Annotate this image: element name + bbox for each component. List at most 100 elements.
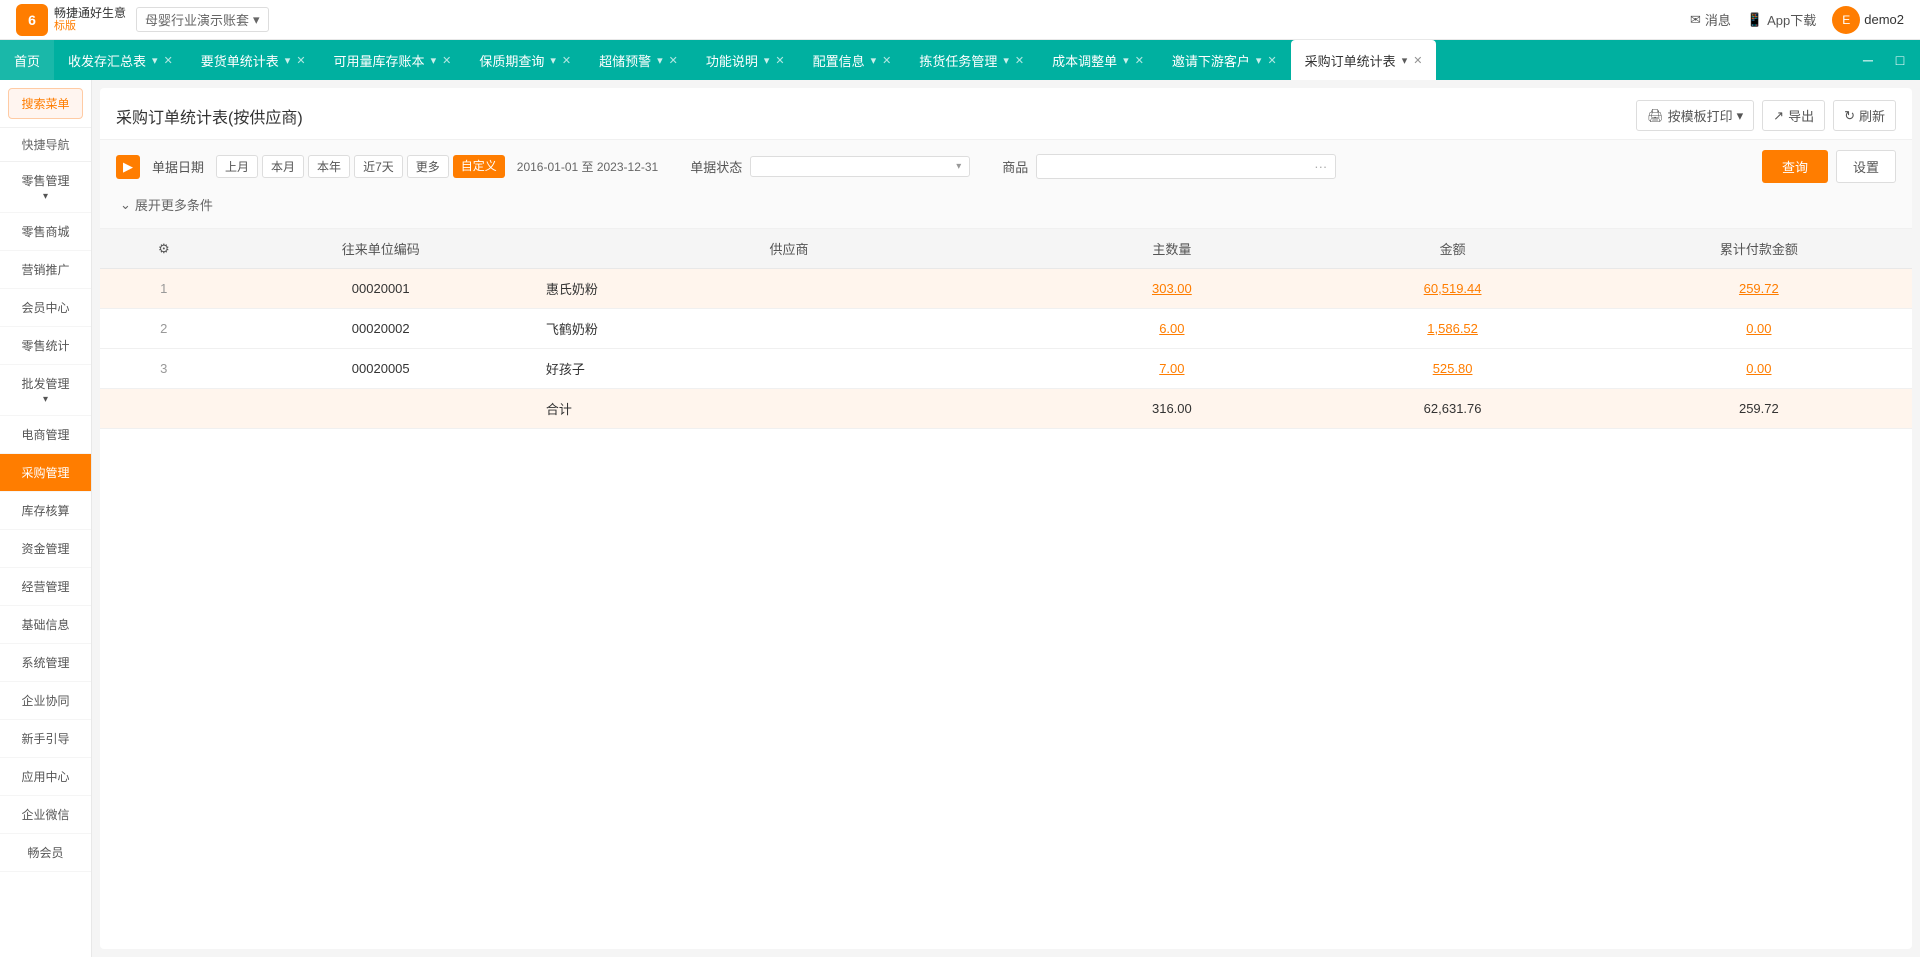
- custom-date-badge: 自定义: [453, 155, 505, 178]
- tab-close-icon[interactable]: ✕: [1413, 54, 1422, 67]
- sidebar-item-member[interactable]: 会员中心: [0, 289, 91, 327]
- chevron-down-icon: ▾: [43, 394, 48, 405]
- sidebar-item-basic[interactable]: 基础信息: [0, 606, 91, 644]
- data-table: ⚙ 往来单位编码 供应商 主数量 金额 累计付款金额 1 00020001 惠氏…: [100, 229, 1912, 429]
- tab-stock-ledger[interactable]: 可用量库存账本 ▾ ✕: [320, 40, 466, 80]
- nav-maximize-button[interactable]: □: [1888, 48, 1912, 72]
- nav-minimize-button[interactable]: ─: [1856, 48, 1880, 72]
- sidebar-item-retail-shop[interactable]: 零售商城: [0, 213, 91, 251]
- logo-area: 6 畅捷通好生意 标版: [16, 4, 126, 36]
- sidebar-item-operations[interactable]: 经营管理: [0, 568, 91, 606]
- workspace-selector[interactable]: 母婴行业演示账套 ▾: [136, 7, 269, 32]
- sidebar-item-new-guide[interactable]: 新手引导: [0, 720, 91, 758]
- sidebar-item-enterprise-wechat[interactable]: 企业微信: [0, 796, 91, 834]
- table-row[interactable]: 3 00020005 好孩子 7.00 525.80 0.00: [100, 349, 1912, 389]
- tab-home[interactable]: 首页: [0, 40, 54, 80]
- tab-close-icon[interactable]: ✕: [164, 54, 173, 67]
- status-filter-group: 单据状态 ▾: [690, 156, 970, 177]
- tab-goods-stat[interactable]: 要货单统计表 ▾ ✕: [187, 40, 320, 80]
- tab-close-icon[interactable]: ✕: [775, 54, 784, 67]
- refresh-button[interactable]: ↻ 刷新: [1833, 100, 1896, 131]
- tab-close-icon[interactable]: ✕: [1267, 54, 1276, 67]
- sidebar-item-quick-nav[interactable]: 快捷导航: [0, 128, 91, 162]
- tab-collect-pay[interactable]: 收发存汇总表 ▾ ✕: [54, 40, 187, 80]
- goods-input[interactable]: ···: [1036, 154, 1336, 179]
- date-preset-7days[interactable]: 近7天: [354, 155, 403, 178]
- tab-close-icon[interactable]: ✕: [296, 54, 305, 67]
- top-bar: 6 畅捷通好生意 标版 母婴行业演示账套 ▾ ✉ 消息 📱 App下载 E de…: [0, 0, 1920, 40]
- chevron-down-icon: ▾: [1123, 54, 1129, 67]
- cell-paid: 259.72: [1606, 269, 1912, 309]
- sidebar-item-member2[interactable]: 畅会员: [0, 834, 91, 872]
- cell-paid: 0.00: [1606, 349, 1912, 389]
- status-select[interactable]: ▾: [750, 156, 970, 177]
- tab-invite-customer[interactable]: 邀请下游客户 ▾ ✕: [1158, 40, 1291, 80]
- sidebar-item-finance[interactable]: 资金管理: [0, 530, 91, 568]
- tab-purchase-stat[interactable]: 采购订单统计表 ▾ ✕: [1291, 40, 1437, 80]
- table-row[interactable]: 1 00020001 惠氏奶粉 303.00 60,519.44 259.72: [100, 269, 1912, 309]
- sidebar-item-marketing[interactable]: 营销推广: [0, 251, 91, 289]
- refresh-icon: ↻: [1844, 108, 1855, 124]
- logo-icon: 6: [16, 4, 48, 36]
- cell-amount: 1,586.52: [1299, 309, 1605, 349]
- sidebar-item-retail-stat[interactable]: 零售统计: [0, 327, 91, 365]
- date-preset-more[interactable]: 更多: [407, 155, 449, 178]
- footer-paid: 259.72: [1606, 389, 1912, 429]
- tab-config-info[interactable]: 配置信息 ▾ ✕: [799, 40, 906, 80]
- table-header-row: ⚙ 往来单位编码 供应商 主数量 金额 累计付款金额: [100, 229, 1912, 269]
- user-area[interactable]: E demo2: [1832, 6, 1904, 34]
- tab-close-icon[interactable]: ✕: [442, 54, 451, 67]
- avatar: E: [1832, 6, 1860, 34]
- tab-pick-task[interactable]: 拣货任务管理 ▾ ✕: [905, 40, 1038, 80]
- template-print-button[interactable]: 🖨 按模板打印 ▾: [1636, 100, 1754, 131]
- tab-close-icon[interactable]: ✕: [882, 54, 891, 67]
- date-preset-this-month[interactable]: 本月: [262, 155, 304, 178]
- tab-close-icon[interactable]: ✕: [1135, 54, 1144, 67]
- expand-more-button[interactable]: ⌄ 展开更多条件: [120, 195, 213, 214]
- tab-close-icon[interactable]: ✕: [669, 54, 678, 67]
- ellipsis-icon: ···: [1314, 159, 1327, 174]
- tab-over-stock[interactable]: 超储预警 ▾ ✕: [585, 40, 692, 80]
- table-wrapper: ⚙ 往来单位编码 供应商 主数量 金额 累计付款金额 1 00020001 惠氏…: [100, 229, 1912, 949]
- footer-label: 合计: [534, 389, 1044, 429]
- page-header: 采购订单统计表(按供应商) 🖨 按模板打印 ▾ ↗ 导出 ↻ 刷新: [100, 88, 1912, 140]
- cell-code: 00020005: [228, 349, 534, 389]
- cell-seq: 2: [100, 309, 228, 349]
- right-arrow-icon: ▶: [123, 159, 133, 175]
- query-button[interactable]: 查询: [1762, 150, 1828, 183]
- search-menu-button[interactable]: 搜索菜单: [8, 88, 83, 119]
- cell-seq: 1: [100, 269, 228, 309]
- filter-toggle-button[interactable]: ▶: [116, 155, 140, 179]
- tab-close-icon[interactable]: ✕: [1015, 54, 1024, 67]
- sidebar-item-wholesale[interactable]: 批发管理 ▾: [0, 365, 91, 416]
- tab-close-icon[interactable]: ✕: [562, 54, 571, 67]
- chevron-down-icon: ▾: [956, 161, 961, 172]
- message-button[interactable]: ✉ 消息: [1690, 10, 1731, 29]
- tab-warranty[interactable]: 保质期查询 ▾ ✕: [465, 40, 585, 80]
- date-preset-this-year[interactable]: 本年: [308, 155, 350, 178]
- th-gear[interactable]: ⚙: [100, 229, 228, 269]
- export-button[interactable]: ↗ 导出: [1762, 100, 1825, 131]
- sidebar-item-inventory[interactable]: 库存核算: [0, 492, 91, 530]
- filter-row-1: ▶ 单据日期 上月 本月 本年 近7天 更多 自定义 2016-01-01 至 …: [116, 150, 1896, 183]
- sidebar-item-enterprise[interactable]: 企业协同: [0, 682, 91, 720]
- sidebar-item-retail[interactable]: 零售管理 ▾: [0, 162, 91, 213]
- footer-amount: 62,631.76: [1299, 389, 1605, 429]
- expand-more-row: ⌄ 展开更多条件: [116, 191, 1896, 218]
- cell-paid: 0.00: [1606, 309, 1912, 349]
- nav-right-controls: ─ □: [1856, 48, 1920, 72]
- sidebar-item-app-center[interactable]: 应用中心: [0, 758, 91, 796]
- sidebar-item-system[interactable]: 系统管理: [0, 644, 91, 682]
- chevron-down-icon: ▾: [550, 54, 556, 67]
- app-download-button[interactable]: 📱 App下载: [1747, 10, 1816, 29]
- table-row[interactable]: 2 00020002 飞鹤奶粉 6.00 1,586.52 0.00: [100, 309, 1912, 349]
- sidebar-item-ecommerce[interactable]: 电商管理: [0, 416, 91, 454]
- sidebar-item-purchase[interactable]: 采购管理: [0, 454, 91, 492]
- date-preset-last-month[interactable]: 上月: [216, 155, 258, 178]
- tab-cost-adjust[interactable]: 成本调整单 ▾ ✕: [1038, 40, 1158, 80]
- nav-tabs: 首页 收发存汇总表 ▾ ✕ 要货单统计表 ▾ ✕ 可用量库存账本 ▾ ✕ 保质期…: [0, 40, 1920, 80]
- tab-func-desc[interactable]: 功能说明 ▾ ✕: [692, 40, 799, 80]
- cell-amount: 525.80: [1299, 349, 1605, 389]
- print-icon: 🖨: [1647, 108, 1664, 124]
- settings-button[interactable]: 设置: [1836, 150, 1896, 183]
